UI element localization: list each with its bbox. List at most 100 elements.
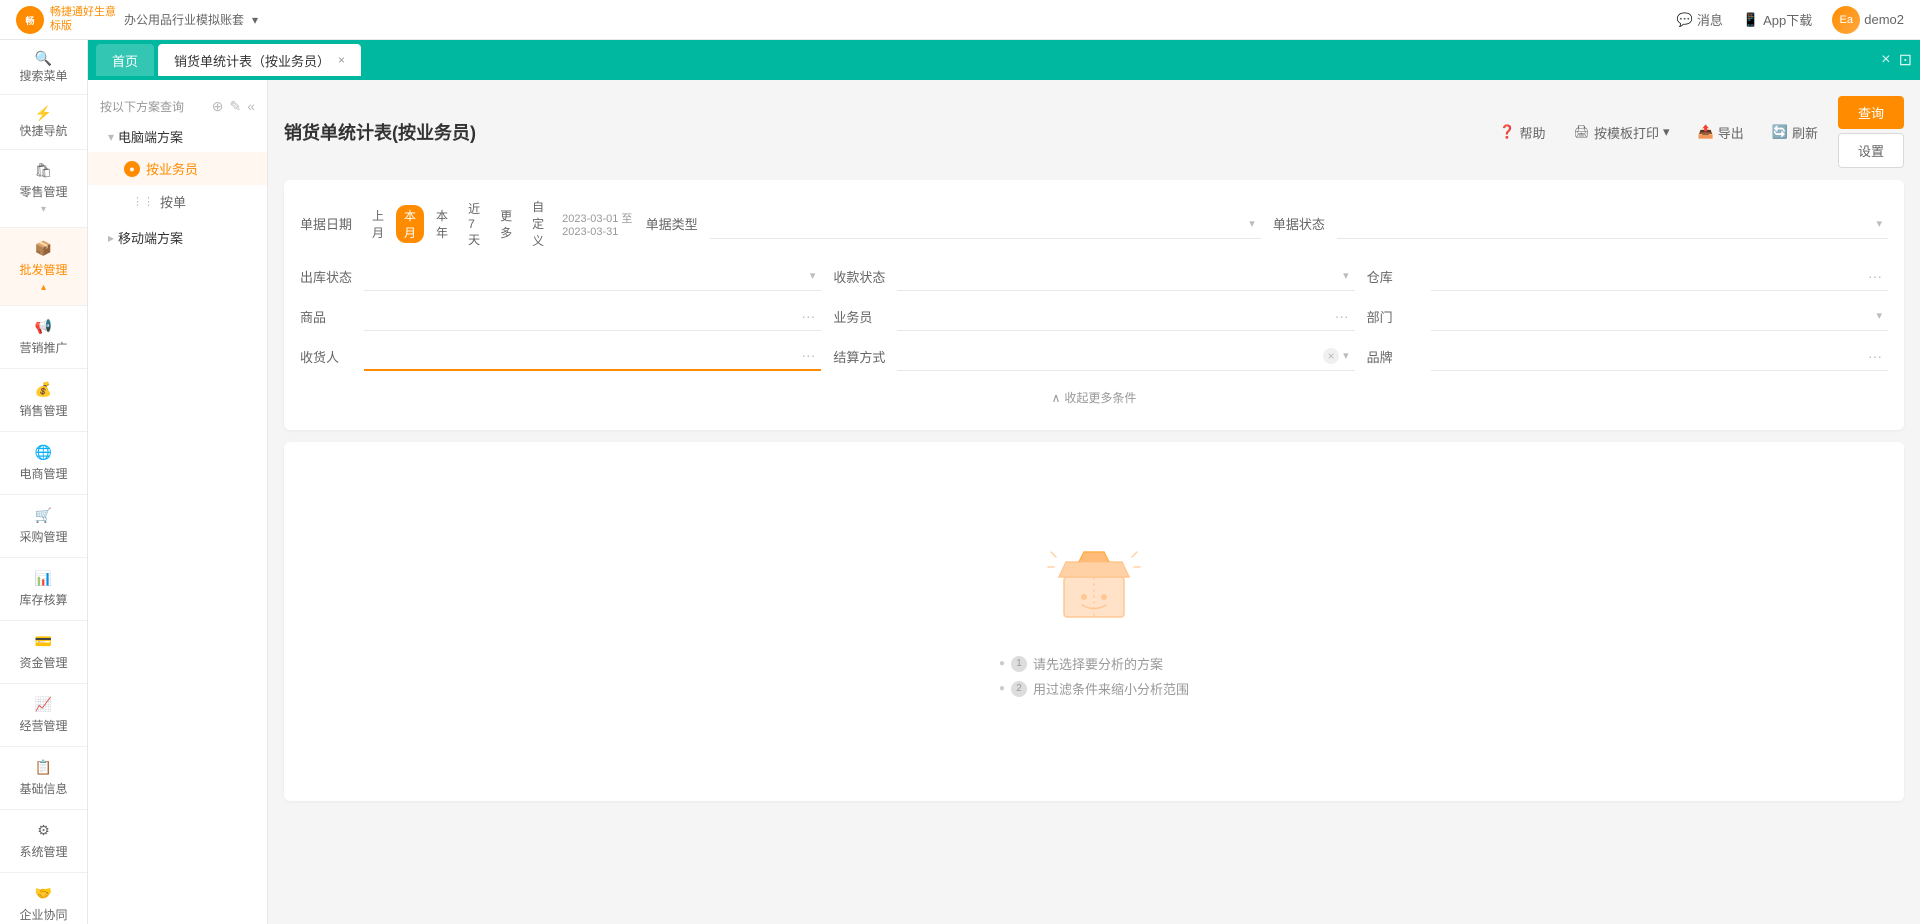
app-download-btn[interactable]: 📱 App下载: [1743, 10, 1812, 29]
receipt-status-select[interactable]: ▾: [897, 261, 1354, 291]
tab-home[interactable]: 首页: [96, 44, 154, 76]
date-tab-this-month[interactable]: 本月: [396, 205, 424, 243]
export-btn[interactable]: 📤 导出: [1690, 119, 1752, 146]
tab-close-btn[interactable]: ×: [338, 53, 345, 67]
sub-sidebar-group-pc: ▾ 电脑端方案 ● 按业务员 ⋮⋮ 按单: [88, 121, 267, 218]
date-tab-more[interactable]: 更多: [492, 205, 520, 243]
empty-hint-1: 1 请先选择要分析的方案: [999, 651, 1189, 676]
print-btn[interactable]: 🖨 按模板打印 ▾: [1566, 119, 1678, 146]
warehouse-select[interactable]: ···: [1431, 261, 1888, 291]
sub-sidebar-item-by-order[interactable]: ⋮⋮ 按单: [88, 185, 267, 218]
dept-arrow-icon: ▾: [1876, 309, 1882, 322]
sub-sidebar-group-pc-header[interactable]: ▾ 电脑端方案: [88, 121, 267, 152]
leaf-icon: ⋮⋮: [132, 195, 154, 208]
sidebar-item-retail[interactable]: 🛍 零售管理 ▾: [0, 150, 87, 228]
doc-type-label: 单据类型: [646, 214, 698, 233]
download-icon: 📱: [1743, 12, 1759, 28]
filter-row-1: 单据日期 上月 本月 本年 近7天 更多 自定义 2023-03-01 至 20…: [300, 196, 1888, 251]
empty-hint-2: 2 用过滤条件来缩小分析范围: [999, 676, 1189, 701]
inner-layout: 按以下方案查询 ⊕ ✎ « ▾ 电脑端方案 ● 按业务员: [88, 80, 1920, 924]
sidebar-item-sales[interactable]: 💰 销售管理: [0, 369, 87, 432]
brand-label: 品牌: [1367, 347, 1419, 366]
minimize-tab-btn[interactable]: ×: [1881, 51, 1890, 69]
brand-select[interactable]: ···: [1431, 341, 1888, 371]
sidebar-item-system[interactable]: ⚙ 系统管理: [0, 810, 87, 873]
search-menu-btn[interactable]: 🔍 搜索菜单: [0, 40, 87, 95]
main-content: 销货单统计表(按业务员) ❓ 帮助 🖨 按模板打印 ▾ 📤: [268, 80, 1920, 924]
print-icon: 🖨: [1574, 124, 1591, 140]
page-title: 销货单统计表(按业务员): [284, 119, 476, 145]
date-tab-last-month[interactable]: 上月: [364, 205, 392, 243]
out-status-arrow-icon: ▾: [810, 269, 816, 282]
tab-bar: 首页 销货单统计表（按业务员） × × ⊡: [88, 40, 1920, 80]
sub-sidebar-item-by-salesperson[interactable]: ● 按业务员: [88, 152, 267, 185]
header-dropdown[interactable]: ▾: [252, 13, 258, 27]
sidebar-item-purchase[interactable]: 🛒 采购管理: [0, 495, 87, 558]
quick-nav-btn[interactable]: ⚡ 快捷导航: [0, 95, 87, 150]
sidebar-item-inventory[interactable]: 📊 库存核算: [0, 558, 87, 621]
pc-group-expand-icon: ▾: [108, 130, 114, 144]
header-right: 💬 消息 📱 App下载 Ea demo2: [1677, 6, 1904, 34]
settings-button[interactable]: 设置: [1838, 133, 1904, 168]
hint-number-1: 1: [1011, 656, 1027, 672]
filter-panel: 单据日期 上月 本月 本年 近7天 更多 自定义 2023-03-01 至 20…: [284, 180, 1904, 430]
hint-number-2: 2: [1011, 681, 1027, 697]
message-btn[interactable]: 💬 消息: [1677, 10, 1723, 29]
edit-scheme-btn[interactable]: ✎: [229, 98, 241, 115]
doc-status-select[interactable]: ▾: [1337, 209, 1888, 239]
home-tab-label: 首页: [112, 51, 138, 70]
header-left: 畅 畅捷通好生意 标版 办公用品行业模拟账套 ▾: [16, 6, 258, 34]
date-tab-custom[interactable]: 自定义: [524, 196, 552, 251]
tab-active[interactable]: 销货单统计表（按业务员） ×: [158, 44, 361, 76]
sidebar-item-operation[interactable]: 📈 经营管理: [0, 684, 87, 747]
query-button[interactable]: 查询: [1838, 96, 1904, 129]
collapse-sub-sidebar-btn[interactable]: «: [247, 98, 255, 115]
goods-dots-icon: ···: [801, 308, 815, 324]
out-status-label: 出库状态: [300, 267, 352, 286]
filter-row-2: 出库状态 ▾ 收款状态 ▾ 仓库 ···: [300, 261, 1888, 291]
sidebar-item-finance[interactable]: 💳 资金管理: [0, 621, 87, 684]
help-btn[interactable]: ❓ 帮助: [1491, 119, 1553, 146]
date-range-text: 2023-03-01 至 2023-03-31: [562, 210, 634, 238]
dept-select[interactable]: ▾: [1431, 301, 1888, 331]
top-header: 畅 畅捷通好生意 标版 办公用品行业模拟账套 ▾ 💬 消息 📱 App下载 Ea…: [0, 0, 1920, 40]
add-scheme-btn[interactable]: ⊕: [212, 98, 224, 115]
date-tab-7days[interactable]: 近7天: [460, 198, 488, 250]
refresh-btn[interactable]: 🔄 刷新: [1764, 119, 1826, 146]
empty-illustration: [1044, 542, 1144, 635]
sub-sidebar-group-mobile-header[interactable]: ▸ 移动端方案: [88, 222, 267, 253]
salesperson-select[interactable]: ···: [897, 301, 1354, 331]
sidebar-item-cooperation[interactable]: 🤝 企业协同: [0, 873, 87, 924]
sidebar-item-marketing[interactable]: 📢 营销推广: [0, 306, 87, 369]
primary-btn-group: 查询 设置: [1838, 96, 1904, 168]
sub-sidebar-header: 按以下方案查询 ⊕ ✎ «: [88, 92, 267, 121]
settlement-select[interactable]: × ▾: [897, 341, 1354, 371]
user-area[interactable]: Ea demo2: [1832, 6, 1904, 34]
goods-label: 商品: [300, 307, 352, 326]
maximize-tab-btn[interactable]: ⊡: [1899, 50, 1912, 70]
avatar: Ea: [1832, 6, 1860, 34]
main-layout: 🔍 搜索菜单 ⚡ 快捷导航 🛍 零售管理 ▾ 📦 批发管理 ▴ 📢 营销推广 💰…: [0, 40, 1920, 924]
collapse-bar[interactable]: ∧ 收起更多条件: [300, 381, 1888, 414]
date-tab-this-year[interactable]: 本年: [428, 205, 456, 243]
empty-state: 1 请先选择要分析的方案 2 用过滤条件来缩小分析范围: [304, 482, 1884, 761]
receiver-label: 收货人: [300, 347, 352, 366]
settlement-clear-btn[interactable]: ×: [1323, 348, 1339, 364]
svg-text:畅: 畅: [25, 15, 34, 26]
receiver-input[interactable]: ···: [364, 341, 821, 371]
logo-icon: 畅: [16, 6, 44, 34]
doc-status-arrow-icon: ▾: [1876, 217, 1882, 230]
logo-text: 畅捷通好生意 标版: [50, 6, 116, 32]
page-actions: ❓ 帮助 🖨 按模板打印 ▾ 📤 导出 🔄: [1491, 96, 1904, 168]
doc-type-select[interactable]: ▾: [710, 209, 1261, 239]
empty-state-container: 1 请先选择要分析的方案 2 用过滤条件来缩小分析范围: [284, 442, 1904, 801]
date-label: 单据日期: [300, 214, 352, 233]
sidebar-item-wholesale[interactable]: 📦 批发管理 ▴: [0, 228, 87, 306]
out-status-select[interactable]: ▾: [364, 261, 821, 291]
goods-select[interactable]: ···: [364, 301, 821, 331]
message-icon: 💬: [1677, 12, 1693, 28]
collapse-icon: ∧: [1052, 391, 1061, 405]
sub-sidebar: 按以下方案查询 ⊕ ✎ « ▾ 电脑端方案 ● 按业务员: [88, 80, 268, 924]
sidebar-item-basic[interactable]: 📋 基础信息: [0, 747, 87, 810]
sidebar-item-ecommerce[interactable]: 🌐 电商管理: [0, 432, 87, 495]
